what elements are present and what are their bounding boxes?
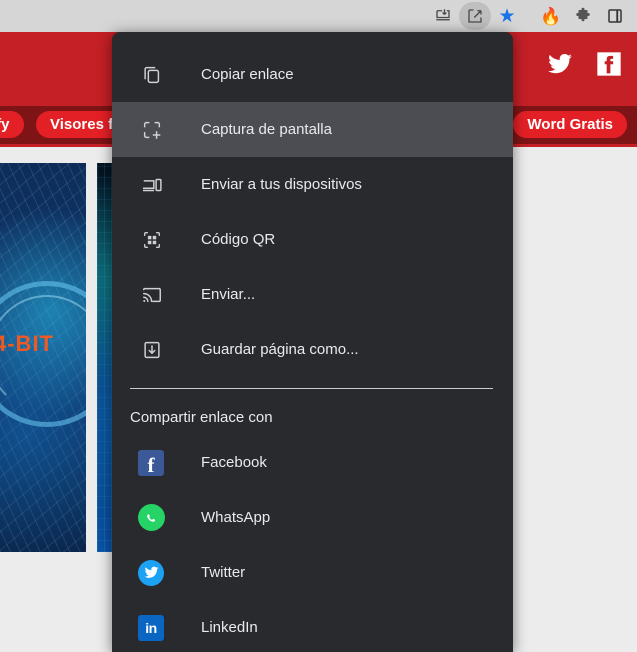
facebook-icon: f [137,449,165,477]
share-target-facebook[interactable]: f Facebook [112,435,513,490]
star-glyph: ★ [498,5,516,27]
menu-top-padding [112,32,513,47]
qr-code-icon [137,225,167,255]
twitter-icon[interactable] [545,51,575,82]
screenshot-root: ★ 🔥 y Visores f Word Gratis 4-BIT Copiar… [0,0,637,652]
browser-toolbar: ★ 🔥 [0,0,637,32]
twitter-chip [138,559,164,586]
menu-item-label: Captura de pantalla [201,121,332,138]
fire-glyph: 🔥 [540,6,562,26]
facebook-chip: f [138,449,164,476]
share-target-label: Twitter [201,564,246,581]
menu-item-enviar[interactable]: Enviar... [112,267,513,322]
menu-item-copiar-enlace[interactable]: Copiar enlace [112,47,513,102]
save-page-icon [137,335,167,365]
share-section-title: Compartir enlace con [130,408,273,426]
thumbnail-label: 4-BIT [0,331,54,356]
screenshot-icon [137,115,167,145]
linkedin-icon: in [137,614,165,642]
share-target-twitter[interactable]: Twitter [112,545,513,600]
menu-item-captura-de-pantalla[interactable]: Captura de pantalla [112,102,513,157]
whatsapp-chip [137,504,165,531]
copy-icon [137,60,167,90]
nav-pill-word-gratis[interactable]: Word Gratis [513,111,627,138]
whatsapp-icon [137,504,165,532]
menu-item-label: Enviar a tus dispositivos [201,176,362,193]
share-icon[interactable] [459,2,491,30]
extension-fire-icon[interactable]: 🔥 [535,2,567,30]
share-dropdown-menu: Copiar enlace Captura de pantalla Enviar… [112,32,513,652]
menu-item-label: Enviar... [201,286,256,303]
side-panel-icon[interactable] [599,2,631,30]
share-target-whatsapp[interactable]: WhatsApp [112,490,513,545]
site-header-social [545,50,623,83]
share-target-label: LinkedIn [201,619,258,636]
save-to-drive-icon[interactable] [427,2,459,30]
devices-icon [137,170,167,200]
cast-icon [137,280,167,310]
toolbar-icon-group: ★ 🔥 [427,0,631,32]
linkedin-chip: in [138,614,164,641]
menu-divider [130,387,493,389]
nav-pill-0[interactable]: ify [0,111,24,138]
menu-item-label: Código QR [201,231,276,248]
menu-divider-wrap [112,377,513,399]
facebook-icon[interactable] [595,50,623,83]
menu-item-label: Copiar enlace [201,66,294,83]
menu-item-label: Guardar página como... [201,341,359,358]
bookmark-star-icon[interactable]: ★ [491,2,523,30]
article-thumbnail-0[interactable]: 4-BIT [0,163,86,552]
menu-item-guardar-pagina-como[interactable]: Guardar página como... [112,322,513,377]
extensions-puzzle-icon[interactable] [567,2,599,30]
share-target-label: Facebook [201,454,267,471]
share-target-linkedin[interactable]: in LinkedIn [112,600,513,652]
menu-item-enviar-a-tus-dispositivos[interactable]: Enviar a tus dispositivos [112,157,513,212]
menu-item-codigo-qr[interactable]: Código QR [112,212,513,267]
share-target-label: WhatsApp [201,509,271,526]
toolbar-divider [523,2,535,30]
twitter-icon [137,559,165,587]
